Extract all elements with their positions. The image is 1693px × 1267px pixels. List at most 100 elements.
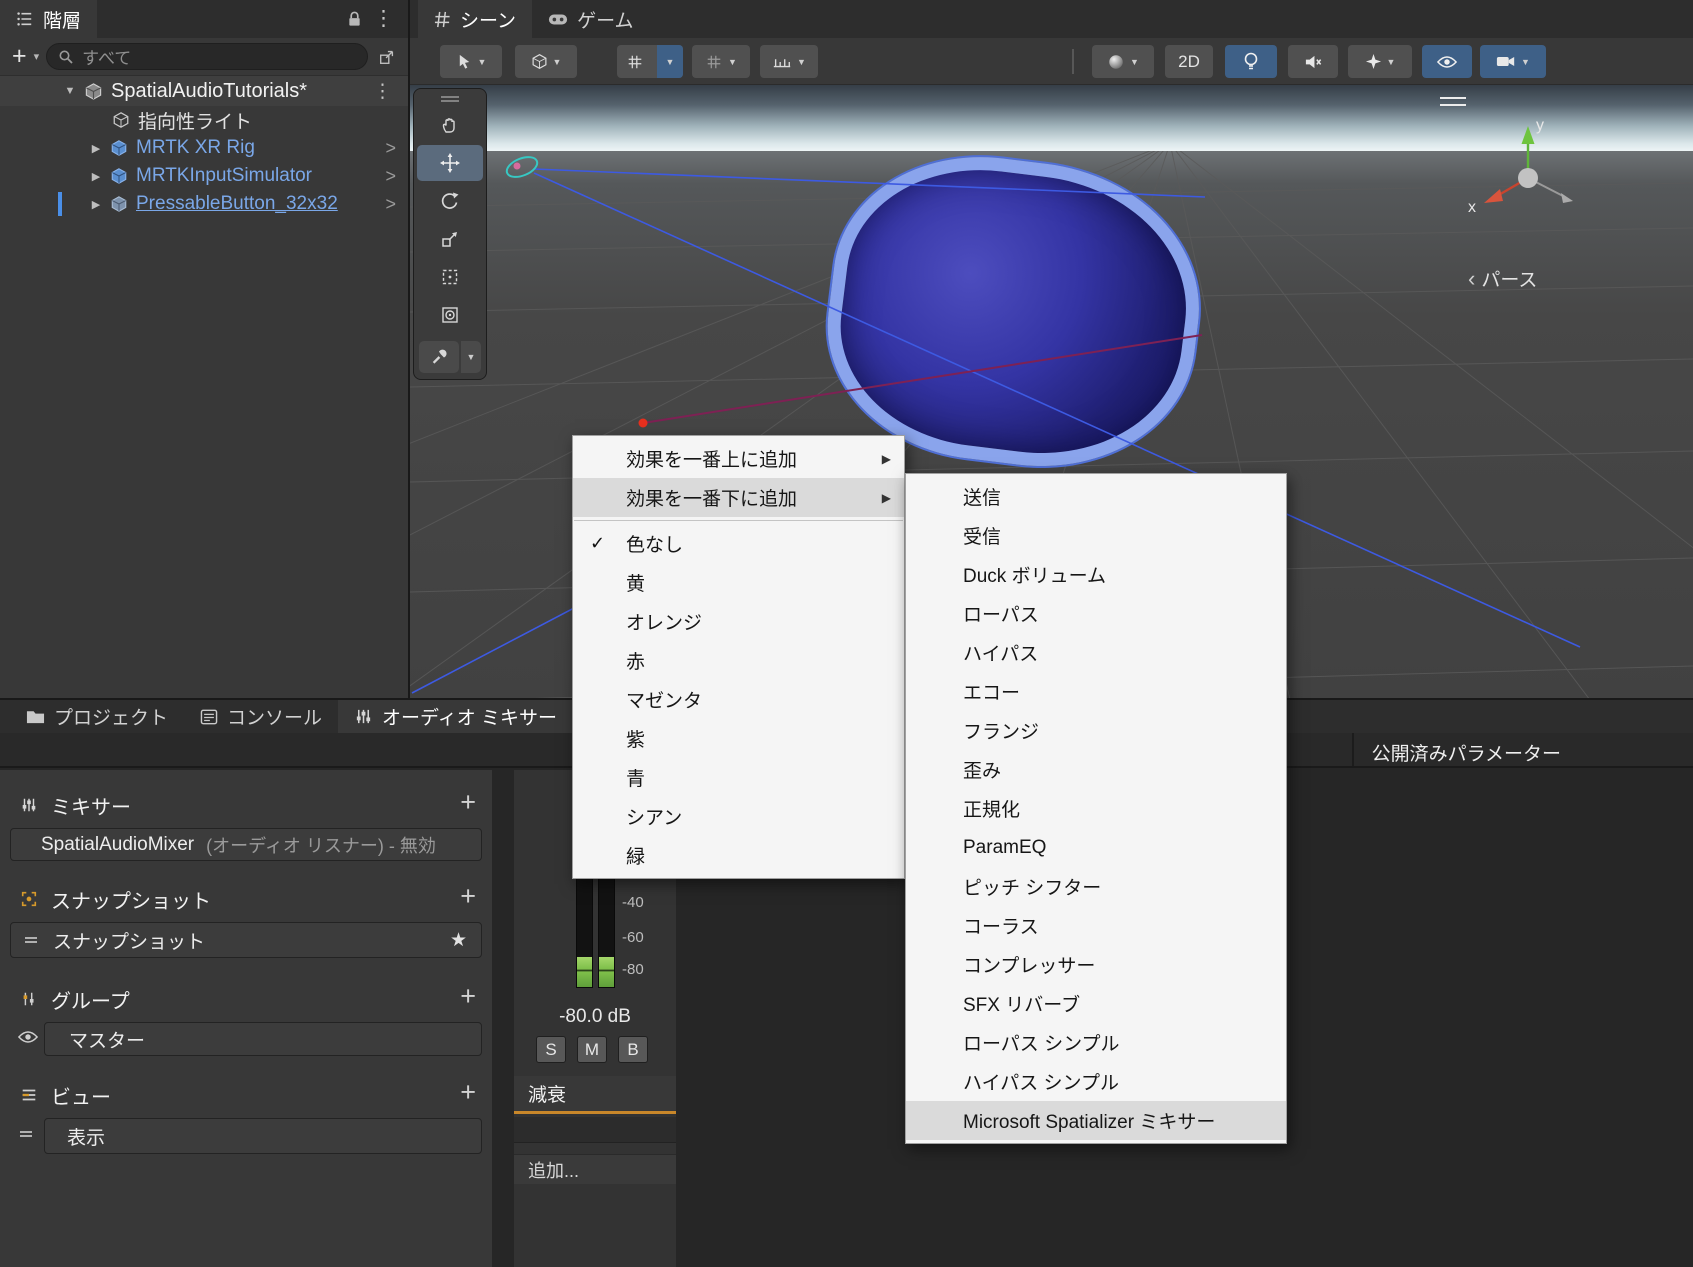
snap-increment-dropdown[interactable]: ▼ xyxy=(760,45,818,78)
2d-toggle-button[interactable]: 2D xyxy=(1165,45,1213,78)
effects-menu-item-highpass-simple[interactable]: ハイパス シンプル xyxy=(906,1062,1286,1101)
hierarchy-kebab-icon[interactable]: ⋮ xyxy=(373,6,394,31)
effects-menu-item-distortion[interactable]: 歪み xyxy=(906,750,1286,789)
start-snapshot-star-icon[interactable]: ★ xyxy=(450,929,467,952)
effects-menu-item-echo[interactable]: エコー xyxy=(906,672,1286,711)
scene-visibility-toggle[interactable] xyxy=(1422,45,1472,78)
scale-tool-button[interactable] xyxy=(417,221,483,257)
effects-menu-item-microsoft-spatializer[interactable]: Microsoft Spatializer ミキサー xyxy=(906,1101,1286,1140)
gizmo-x-label[interactable]: x xyxy=(1468,199,1476,216)
effects-menu-item-highpass[interactable]: ハイパス xyxy=(906,633,1286,672)
transform-tool-button[interactable] xyxy=(417,297,483,333)
foldout-open-icon[interactable]: ▼ xyxy=(64,85,76,97)
hand-tool-button[interactable] xyxy=(417,107,483,143)
tab-audio-mixer[interactable]: オーディオ ミキサー xyxy=(338,700,573,733)
audio-source-gizmo[interactable] xyxy=(504,153,540,181)
shading-mode-dropdown[interactable]: ▼ xyxy=(1092,45,1154,78)
prefab-open-arrow[interactable]: > xyxy=(385,194,396,215)
master-group-row[interactable]: マスター xyxy=(44,1022,482,1056)
pick-window-icon[interactable] xyxy=(378,48,396,66)
menu-color-red[interactable]: 赤 xyxy=(573,641,904,680)
menu-add-effect-bottom[interactable]: 効果を一番下に追加 ▶ xyxy=(573,478,904,517)
menu-add-effect-top[interactable]: 効果を一番上に追加 ▶ xyxy=(573,439,904,478)
menu-color-purple[interactable]: 紫 xyxy=(573,719,904,758)
create-object-caret-icon[interactable]: ▾ xyxy=(34,50,40,63)
perspective-toggle[interactable]: ‹ パース xyxy=(1468,265,1537,292)
snapshot-row[interactable]: スナップショット ★ xyxy=(10,922,482,958)
menu-color-yellow[interactable]: 黄 xyxy=(573,563,904,602)
menu-color-green[interactable]: 緑 xyxy=(573,836,904,875)
effects-menu-item-normalize[interactable]: 正規化 xyxy=(906,789,1286,828)
viewport-overlay-menu-icon[interactable] xyxy=(1440,97,1466,106)
scene-header-row[interactable]: ▼ SpatialAudioTutorials* ⋮ xyxy=(0,76,408,106)
add-view-button[interactable]: + xyxy=(460,1077,476,1108)
hierarchy-item-mrtk-input-simulator[interactable]: ▶ MRTKInputSimulator > xyxy=(0,162,408,190)
lighting-toggle-button[interactable] xyxy=(1225,45,1277,78)
tab-scene[interactable]: シーン xyxy=(418,0,532,38)
create-object-button[interactable]: + xyxy=(12,44,27,69)
tab-hierarchy[interactable]: 階層 xyxy=(0,0,97,38)
attenuation-effect-slot[interactable]: 減衰 xyxy=(514,1076,676,1114)
effects-menu-item-compressor[interactable]: コンプレッサー xyxy=(906,945,1286,984)
mixer-asset-row[interactable]: SpatialAudioMixer (オーディオ リスナー) - 無効 xyxy=(10,828,482,861)
effects-menu-item-receive[interactable]: 受信 xyxy=(906,516,1286,555)
hierarchy-item-mrtk-xr-rig[interactable]: ▶ MRTK XR Rig > xyxy=(0,134,408,162)
hierarchy-item-pressable-button[interactable]: ▶ PressableButton_32x32 > xyxy=(0,190,408,218)
prefab-open-arrow[interactable]: > xyxy=(385,138,396,159)
effects-menu-item-send[interactable]: 送信 xyxy=(906,477,1286,516)
prefab-open-arrow[interactable]: > xyxy=(385,166,396,187)
add-mixer-button[interactable]: + xyxy=(460,787,476,818)
effects-menu-item-chorus[interactable]: コーラス xyxy=(906,906,1286,945)
solo-button[interactable]: S xyxy=(536,1036,566,1063)
effects-menu-item-sfx-reverb[interactable]: SFX リバーブ xyxy=(906,984,1286,1023)
foldout-closed-icon[interactable]: ▶ xyxy=(90,142,102,155)
effects-menu-item-pitch-shifter[interactable]: ピッチ シフター xyxy=(906,867,1286,906)
pivot-mode-dropdown[interactable]: ▼ xyxy=(515,45,577,78)
rect-tool-button[interactable] xyxy=(417,259,483,295)
move-tool-button[interactable] xyxy=(417,145,483,181)
audio-toggle-button[interactable] xyxy=(1288,45,1338,78)
menu-color-magenta[interactable]: マゼンタ xyxy=(573,680,904,719)
view-row[interactable]: 表示 xyxy=(44,1118,482,1154)
add-effect-button[interactable]: 追加... xyxy=(514,1154,676,1184)
menu-color-orange[interactable]: オレンジ xyxy=(573,602,904,641)
effects-menu-item-parameq[interactable]: ParamEQ xyxy=(906,828,1286,867)
gizmo-y-label[interactable]: y xyxy=(1536,117,1544,134)
dropdown-caret-icon[interactable]: ▼ xyxy=(657,45,683,78)
hierarchy-item-directional-light[interactable]: 指向性ライト xyxy=(0,106,408,134)
custom-tool-caret[interactable]: ▼ xyxy=(461,341,481,373)
scene-kebab-icon[interactable]: ⋮ xyxy=(373,80,392,103)
lock-icon[interactable] xyxy=(347,11,362,27)
camera-settings-dropdown[interactable]: ▼ xyxy=(1480,45,1546,78)
eye-icon[interactable] xyxy=(18,1030,38,1044)
hierarchy-search-input[interactable]: すべて xyxy=(46,43,368,70)
grid-visibility-dropdown[interactable]: ▼ xyxy=(692,45,750,78)
tab-game[interactable]: ゲーム xyxy=(532,0,649,38)
exposed-parameters-button[interactable]: 公開済みパラメーター xyxy=(1372,739,1561,766)
menu-item-label: ハイパス xyxy=(963,639,1038,666)
bypass-button[interactable]: B xyxy=(618,1036,648,1063)
menu-color-none[interactable]: ✓ 色なし xyxy=(573,524,904,563)
effects-menu-item-flange[interactable]: フランジ xyxy=(906,711,1286,750)
dropdown-caret-icon: ▼ xyxy=(1130,57,1139,67)
effects-dropdown[interactable]: ▼ xyxy=(1348,45,1412,78)
orientation-gizmo[interactable]: y x xyxy=(1463,113,1593,243)
effects-menu-item-lowpass[interactable]: ローパス xyxy=(906,594,1286,633)
custom-tool-button[interactable] xyxy=(419,341,459,373)
menu-color-cyan[interactable]: シアン xyxy=(573,797,904,836)
foldout-closed-icon[interactable]: ▶ xyxy=(90,170,102,183)
foldout-closed-icon[interactable]: ▶ xyxy=(90,198,102,211)
prefab-variant-cube-icon xyxy=(110,195,128,213)
menu-color-blue[interactable]: 青 xyxy=(573,758,904,797)
add-group-button[interactable]: + xyxy=(460,981,476,1012)
selection-tool-dropdown[interactable]: ▼ xyxy=(440,45,502,78)
rotate-tool-button[interactable] xyxy=(417,183,483,219)
mute-button[interactable]: M xyxy=(577,1036,607,1063)
effects-menu-item-lowpass-simple[interactable]: ローパス シンプル xyxy=(906,1023,1286,1062)
tab-console[interactable]: コンソール xyxy=(184,700,338,733)
tab-project[interactable]: プロジェクト xyxy=(10,700,184,733)
effects-menu-item-duck-volume[interactable]: Duck ボリューム xyxy=(906,555,1286,594)
palette-grip[interactable] xyxy=(414,92,486,105)
grid-snap-dropdown[interactable]: ▼ xyxy=(617,45,683,78)
add-snapshot-button[interactable]: + xyxy=(460,881,476,912)
